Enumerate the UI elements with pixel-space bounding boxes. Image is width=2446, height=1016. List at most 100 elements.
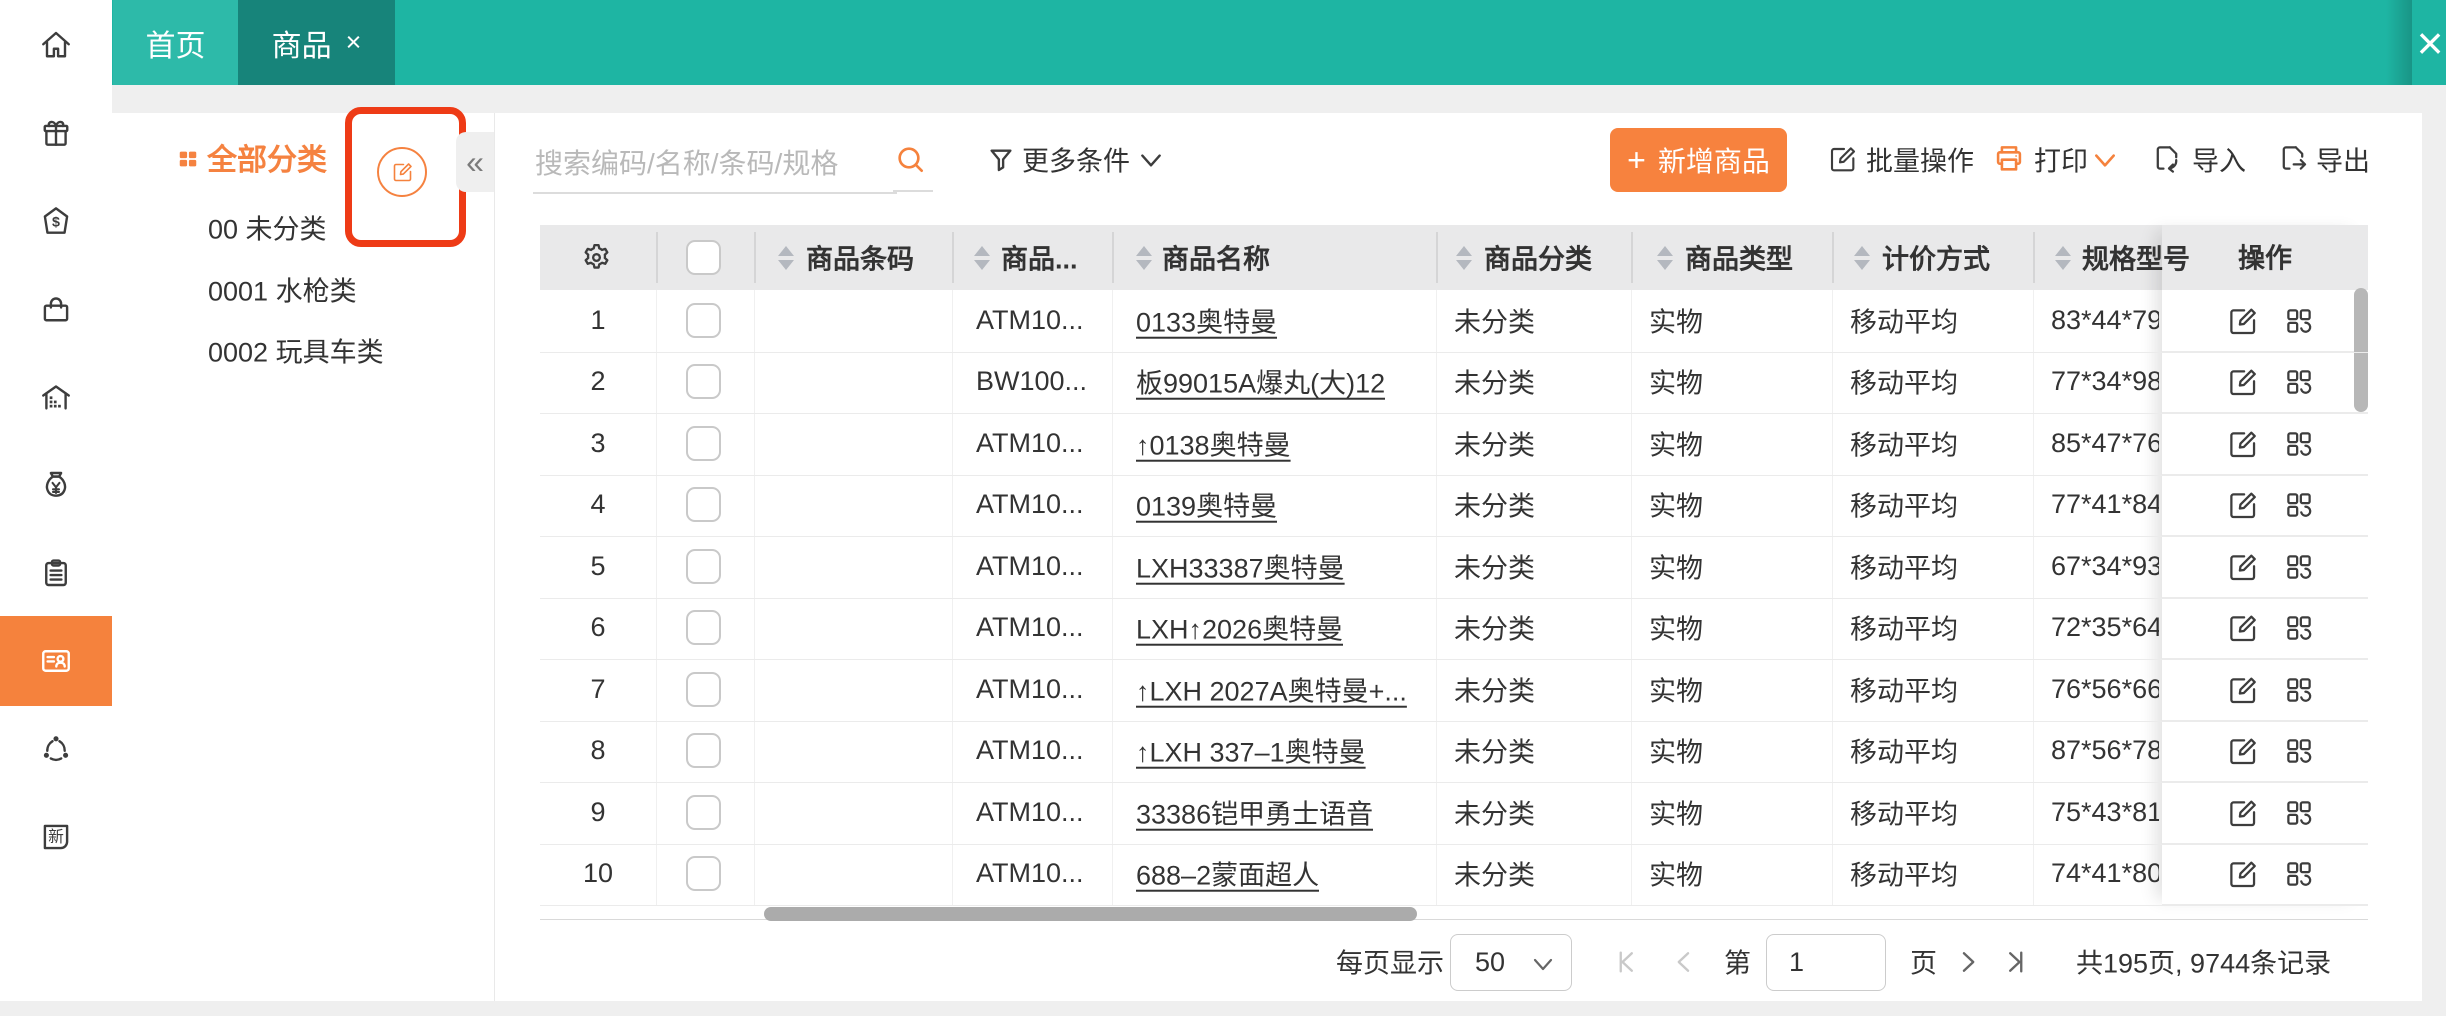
column-settings-gear-icon[interactable] — [579, 240, 614, 275]
row-more-grid-icon[interactable] — [2282, 365, 2316, 399]
category-panel-title[interactable]: 全部分类 — [207, 135, 327, 179]
column-header-name[interactable]: 商品名称 — [1162, 238, 1270, 277]
sort-icon-pricing[interactable] — [1854, 245, 1870, 271]
row-more-grid-icon[interactable] — [2282, 857, 2316, 891]
row-edit-icon[interactable] — [2225, 304, 2259, 338]
column-header-spec[interactable]: 规格型号 — [2082, 238, 2190, 277]
rail-item-bag[interactable] — [38, 291, 74, 327]
rail-item-clipboard[interactable] — [38, 555, 74, 591]
product-name-link[interactable]: ↑0138奥特曼 — [1136, 423, 1291, 462]
per-page-select[interactable]: 50 — [1450, 934, 1572, 991]
add-product-button[interactable]: + 新增商品 — [1610, 128, 1787, 192]
sort-icon-code[interactable] — [974, 245, 990, 271]
product-name-link[interactable]: LXH33387奥特曼 — [1136, 546, 1345, 585]
rail-item-gift[interactable] — [38, 115, 74, 151]
row-more-grid-icon[interactable] — [2282, 673, 2316, 707]
row-checkbox[interactable] — [686, 794, 721, 830]
row-more-grid-icon[interactable] — [2282, 304, 2316, 338]
rail-item-product-card[interactable] — [0, 616, 112, 706]
more-filters-button[interactable]: 更多条件 — [1022, 140, 1130, 179]
select-all-checkbox[interactable] — [686, 240, 721, 275]
print-chevron-icon[interactable] — [2092, 152, 2118, 170]
column-header-type[interactable]: 商品类型 — [1685, 238, 1793, 277]
product-name-link[interactable]: 33386铠甲勇士语音 — [1136, 792, 1373, 831]
row-checkbox[interactable] — [686, 302, 721, 338]
rail-item-warehouse[interactable] — [38, 379, 74, 415]
row-checkbox[interactable] — [686, 733, 721, 769]
product-name-link[interactable]: LXH↑2026奥特曼 — [1136, 608, 1343, 647]
horizontal-scrollbar-thumb[interactable] — [764, 907, 1417, 921]
row-more-grid-icon[interactable] — [2282, 427, 2316, 461]
product-name-link[interactable]: 0139奥特曼 — [1136, 485, 1277, 524]
product-name-link[interactable]: 0133奥特曼 — [1136, 300, 1277, 339]
batch-operations-button[interactable]: 批量操作 — [1866, 140, 1974, 179]
category-item[interactable]: 0001 水枪类 — [208, 269, 357, 308]
row-edit-icon[interactable] — [2225, 365, 2259, 399]
export-icon[interactable] — [2276, 141, 2310, 175]
row-edit-icon[interactable] — [2225, 611, 2259, 645]
sort-icon-spec[interactable] — [2055, 245, 2071, 271]
category-item[interactable]: 00 未分类 — [208, 208, 327, 247]
row-edit-icon[interactable] — [2225, 427, 2259, 461]
product-name-link[interactable]: ↑LXH 2027A奥特曼+... — [1136, 669, 1407, 708]
print-icon[interactable] — [1992, 141, 2026, 175]
sort-icon-name[interactable] — [1136, 245, 1152, 271]
next-page-button[interactable] — [1954, 948, 1982, 976]
column-header-category[interactable]: 商品分类 — [1484, 238, 1592, 277]
row-more-grid-icon[interactable] — [2282, 488, 2316, 522]
prev-page-button[interactable] — [1670, 948, 1698, 976]
sort-icon-type[interactable] — [1657, 245, 1673, 271]
row-checkbox[interactable] — [686, 487, 721, 523]
row-edit-icon[interactable] — [2225, 734, 2259, 768]
rail-item-shop-dollar[interactable]: $ — [38, 203, 74, 239]
print-button[interactable]: 打印 — [2034, 140, 2088, 179]
product-name-link[interactable]: ↑LXH 337–1奥特曼 — [1136, 731, 1366, 770]
column-header-code[interactable]: 商品... — [1001, 238, 1078, 277]
close-all-tabs-icon[interactable]: × — [2412, 0, 2446, 85]
row-edit-icon[interactable] — [2225, 550, 2259, 584]
row-edit-icon[interactable] — [2225, 673, 2259, 707]
row-more-grid-icon[interactable] — [2282, 734, 2316, 768]
row-checkbox[interactable] — [686, 610, 721, 646]
sort-icon-barcode[interactable] — [778, 245, 794, 271]
row-more-grid-icon[interactable] — [2282, 550, 2316, 584]
right-scroll-track[interactable] — [2422, 85, 2446, 1016]
tab-home[interactable]: 首页 — [113, 0, 238, 85]
category-item[interactable]: 0002 玩具车类 — [208, 331, 384, 370]
tab-products[interactable]: 商品 × — [238, 0, 395, 85]
row-more-grid-icon[interactable] — [2282, 796, 2316, 830]
collapse-panel-button[interactable]: « — [456, 132, 494, 192]
row-checkbox[interactable] — [686, 425, 721, 461]
rail-item-home[interactable] — [38, 27, 74, 63]
records-summary: 共195页, 9744条记录 — [2076, 948, 2332, 979]
row-more-grid-icon[interactable] — [2282, 611, 2316, 645]
page-number-input[interactable] — [1766, 934, 1886, 991]
more-filters-chevron-icon[interactable] — [1138, 151, 1164, 171]
rail-item-share-nodes[interactable] — [38, 731, 74, 767]
column-header-pricing[interactable]: 计价方式 — [1882, 238, 1990, 277]
row-checkbox[interactable] — [686, 671, 721, 707]
row-edit-icon[interactable] — [2225, 857, 2259, 891]
first-page-button[interactable] — [1612, 948, 1640, 976]
tab-close-icon[interactable]: × — [346, 29, 362, 56]
vertical-scrollbar-thumb[interactable] — [2354, 288, 2368, 412]
sort-icon-category[interactable] — [1456, 245, 1472, 271]
search-input[interactable] — [533, 136, 897, 194]
row-edit-icon[interactable] — [2225, 488, 2259, 522]
last-page-button[interactable] — [2002, 948, 2030, 976]
column-header-barcode[interactable]: 商品条码 — [806, 238, 914, 277]
filter-funnel-icon[interactable] — [986, 145, 1016, 175]
row-checkbox[interactable] — [686, 856, 721, 892]
rail-item-new-badge[interactable]: 新 — [38, 819, 74, 855]
product-name-link[interactable]: 688–2蒙面超人 — [1136, 854, 1319, 893]
row-edit-icon[interactable] — [2225, 796, 2259, 830]
batch-edit-icon[interactable] — [1826, 143, 1858, 175]
search-icon[interactable] — [895, 144, 927, 176]
import-icon[interactable] — [2150, 141, 2184, 175]
rail-item-money-bag[interactable] — [38, 467, 74, 503]
row-checkbox[interactable] — [686, 548, 721, 584]
export-button[interactable]: 导出 — [2316, 140, 2370, 179]
product-name-link[interactable]: 板99015A爆丸(大)12 — [1136, 362, 1385, 401]
import-button[interactable]: 导入 — [2192, 140, 2246, 179]
row-checkbox[interactable] — [686, 364, 721, 400]
